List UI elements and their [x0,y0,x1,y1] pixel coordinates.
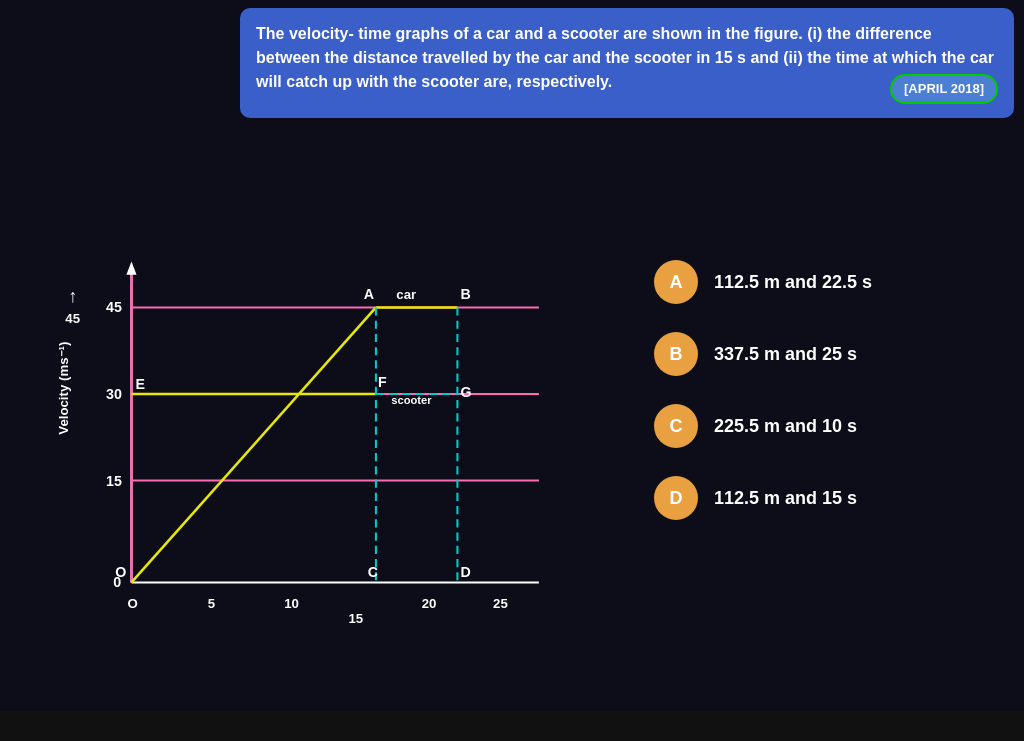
svg-text:C: C [368,564,378,580]
option-circle-c[interactable]: C [654,404,698,448]
april-badge: [APRIL 2018] [890,74,998,104]
question-box: The velocity- time graphs of a car and a… [240,8,1014,118]
svg-text:A: A [364,286,374,302]
svg-text:5: 5 [208,596,215,611]
svg-text:car: car [396,287,416,302]
svg-text:10: 10 [284,596,299,611]
bottom-bar [0,711,1024,741]
svg-text:15: 15 [348,611,363,626]
option-circle-b[interactable]: B [654,332,698,376]
option-row-b[interactable]: B 337.5 m and 25 s [654,332,1014,376]
option-circle-a[interactable]: A [654,260,698,304]
svg-text:Velocity (ms⁻¹): Velocity (ms⁻¹) [56,342,71,435]
option-circle-d[interactable]: D [654,476,698,520]
svg-text:25: 25 [493,596,508,611]
option-label-d: D [670,488,683,509]
question-text: The velocity- time graphs of a car and a… [256,25,994,90]
option-text-b: 337.5 m and 25 s [714,344,857,365]
svg-text:B: B [460,286,470,302]
option-label-b: B [670,344,683,365]
options-panel: A 112.5 m and 22.5 s B 337.5 m and 25 s … [654,260,1014,548]
option-label-a: A [670,272,683,293]
velocity-time-graph: Velocity (ms⁻¹) ↑ 45 45 30 15 0 O 5 10 1… [50,240,600,660]
svg-text:scooter: scooter [391,394,432,406]
svg-text:20: 20 [422,596,437,611]
svg-text:E: E [136,376,146,392]
option-text-d: 112.5 m and 15 s [714,488,857,509]
svg-text:G: G [460,384,471,400]
svg-line-20 [131,307,375,582]
svg-text:O: O [115,564,126,580]
svg-text:F: F [378,374,387,390]
svg-marker-35 [126,262,136,275]
svg-text:D: D [460,564,470,580]
option-label-c: C [670,416,683,437]
option-row-d[interactable]: D 112.5 m and 15 s [654,476,1014,520]
svg-text:15: 15 [106,473,122,489]
svg-text:30: 30 [106,386,122,402]
option-text-a: 112.5 m and 22.5 s [714,272,872,293]
option-text-c: 225.5 m and 10 s [714,416,857,437]
option-row-a[interactable]: A 112.5 m and 22.5 s [654,260,1014,304]
svg-text:O: O [127,596,137,611]
svg-text:↑: ↑ [68,285,77,306]
option-row-c[interactable]: C 225.5 m and 10 s [654,404,1014,448]
svg-text:45: 45 [106,300,122,316]
svg-text:45: 45 [65,311,80,326]
